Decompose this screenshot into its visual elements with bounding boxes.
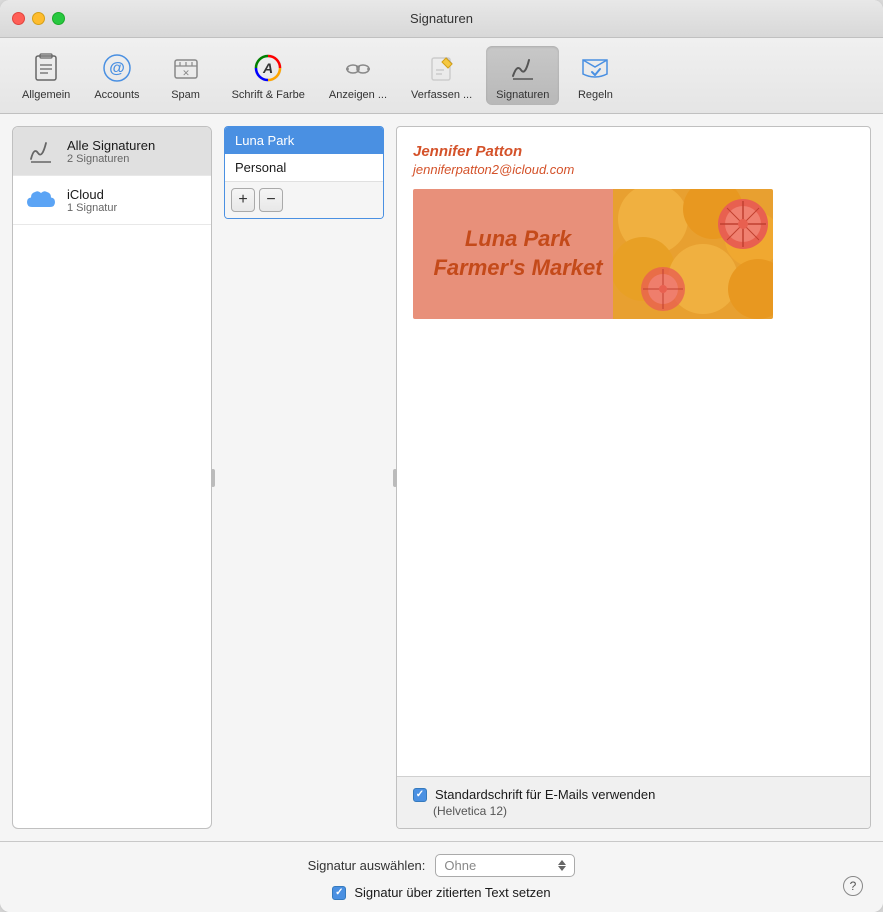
- spam-icon: ✕: [168, 50, 204, 86]
- arrow-down-icon: [558, 866, 566, 871]
- toolbar-item-verfassen[interactable]: Verfassen ...: [401, 46, 482, 105]
- scroll-indicator-right: [393, 469, 397, 487]
- icloud-icon: [25, 184, 57, 216]
- checkbox-check: ✓: [416, 790, 424, 800]
- panels-area: Alle Signaturen 2 Signaturen iCloud 1 Si…: [0, 114, 883, 841]
- svg-text:✕: ✕: [182, 68, 190, 78]
- toolbar-item-schrift[interactable]: A Schrift & Farbe: [222, 46, 315, 105]
- account-item-alle[interactable]: Alle Signaturen 2 Signaturen: [13, 127, 211, 176]
- icloud-account-info: iCloud 1 Signatur: [67, 187, 117, 214]
- titlebar: Signaturen: [0, 0, 883, 38]
- sig-select-row: Signatur auswählen: Ohne: [20, 854, 863, 877]
- toolbar-item-anzeigen[interactable]: Anzeigen ...: [319, 46, 397, 105]
- remove-signature-button[interactable]: −: [259, 188, 283, 212]
- banner-right: [613, 189, 773, 319]
- window-title: Signaturen: [410, 11, 473, 26]
- sig-panel-wrapper: Luna Park Personal + −: [216, 126, 392, 829]
- preview-name: Jennifer Patton: [413, 143, 854, 160]
- alle-signaturen-icon: [25, 135, 57, 167]
- toolbar-item-signaturen[interactable]: Signaturen: [486, 46, 559, 105]
- main-content: Alle Signaturen 2 Signaturen iCloud 1 Si…: [0, 114, 883, 912]
- account-item-icloud[interactable]: iCloud 1 Signatur: [13, 176, 211, 225]
- sig-select-control[interactable]: Ohne: [435, 854, 575, 877]
- toolbar-item-spam[interactable]: ✕ Spam: [154, 46, 218, 105]
- arrow-up-icon: [558, 860, 566, 865]
- window: Signaturen Allgemein @: [0, 0, 883, 912]
- bottom-bar: Signatur auswählen: Ohne ✓ Signatur über…: [0, 841, 883, 912]
- allgemein-icon: [28, 50, 64, 86]
- anzeigen-label: Anzeigen ...: [329, 89, 387, 101]
- select-arrows: [558, 860, 566, 871]
- standard-font-row: ✓ Standardschrift für E-Mails verwenden: [413, 787, 854, 802]
- signatures-list: Luna Park Personal: [225, 127, 383, 181]
- close-button[interactable]: [12, 12, 25, 25]
- verfassen-icon: [424, 50, 460, 86]
- accounts-panel: Alle Signaturen 2 Signaturen iCloud 1 Si…: [12, 126, 212, 829]
- verfassen-label: Verfassen ...: [411, 89, 472, 101]
- standard-font-label: Standardschrift für E-Mails verwenden: [435, 787, 655, 802]
- options-area: ✓ Standardschrift für E-Mails verwenden …: [397, 776, 870, 828]
- scroll-indicator-left: [211, 469, 215, 487]
- minimize-button[interactable]: [32, 12, 45, 25]
- regeln-icon: [577, 50, 613, 86]
- accounts-label: Accounts: [94, 89, 139, 101]
- sig-select-label: Signatur auswählen:: [308, 858, 426, 873]
- sig-item-lunapark[interactable]: Luna Park: [225, 127, 383, 154]
- standard-font-checkbox[interactable]: ✓: [413, 788, 427, 802]
- quote-checkbox-label: Signatur über zitierten Text setzen: [354, 885, 550, 900]
- signature-banner: Luna Park Farmer's Market: [413, 189, 773, 319]
- preview-content: Jennifer Patton jenniferpatton2@icloud.c…: [397, 127, 870, 776]
- signaturen-icon: [505, 50, 541, 86]
- toolbar: Allgemein @ Accounts ✕: [0, 38, 883, 114]
- icloud-account-name: iCloud: [67, 187, 117, 202]
- signaturen-label: Signaturen: [496, 89, 549, 101]
- allgemein-label: Allgemein: [22, 89, 70, 101]
- alle-account-info: Alle Signaturen 2 Signaturen: [67, 138, 155, 165]
- sig-panel-buttons: + −: [225, 181, 383, 218]
- banner-left: Luna Park Farmer's Market: [413, 189, 623, 319]
- sig-item-personal[interactable]: Personal: [225, 154, 383, 181]
- add-signature-button[interactable]: +: [231, 188, 255, 212]
- icloud-account-sub: 1 Signatur: [67, 202, 117, 214]
- svg-text:@: @: [109, 60, 125, 77]
- anzeigen-icon: [340, 50, 376, 86]
- toolbar-item-accounts[interactable]: @ Accounts: [84, 46, 149, 105]
- toolbar-item-allgemein[interactable]: Allgemein: [12, 46, 80, 105]
- sig-select-value: Ohne: [444, 858, 552, 873]
- quote-checkbox[interactable]: ✓: [332, 886, 346, 900]
- quote-check: ✓: [335, 888, 343, 898]
- alle-account-name: Alle Signaturen: [67, 138, 155, 153]
- preview-email: jenniferpatton2@icloud.com: [413, 162, 854, 177]
- traffic-lights: [12, 12, 65, 25]
- font-sub-label: (Helvetica 12): [433, 804, 854, 818]
- signatures-panel: Luna Park Personal + −: [224, 126, 384, 219]
- accounts-icon: @: [99, 50, 135, 86]
- schrift-icon: A: [250, 50, 286, 86]
- preview-panel: Jennifer Patton jenniferpatton2@icloud.c…: [396, 126, 871, 829]
- toolbar-item-regeln[interactable]: Regeln: [563, 46, 627, 105]
- schrift-label: Schrift & Farbe: [232, 89, 305, 101]
- banner-text: Luna Park Farmer's Market: [433, 225, 602, 282]
- help-button[interactable]: ?: [843, 876, 863, 896]
- maximize-button[interactable]: [52, 12, 65, 25]
- regeln-label: Regeln: [578, 89, 613, 101]
- quote-checkbox-row: ✓ Signatur über zitierten Text setzen: [20, 885, 863, 900]
- svg-text:A: A: [262, 60, 273, 76]
- alle-account-sub: 2 Signaturen: [67, 153, 155, 165]
- spam-label: Spam: [171, 89, 200, 101]
